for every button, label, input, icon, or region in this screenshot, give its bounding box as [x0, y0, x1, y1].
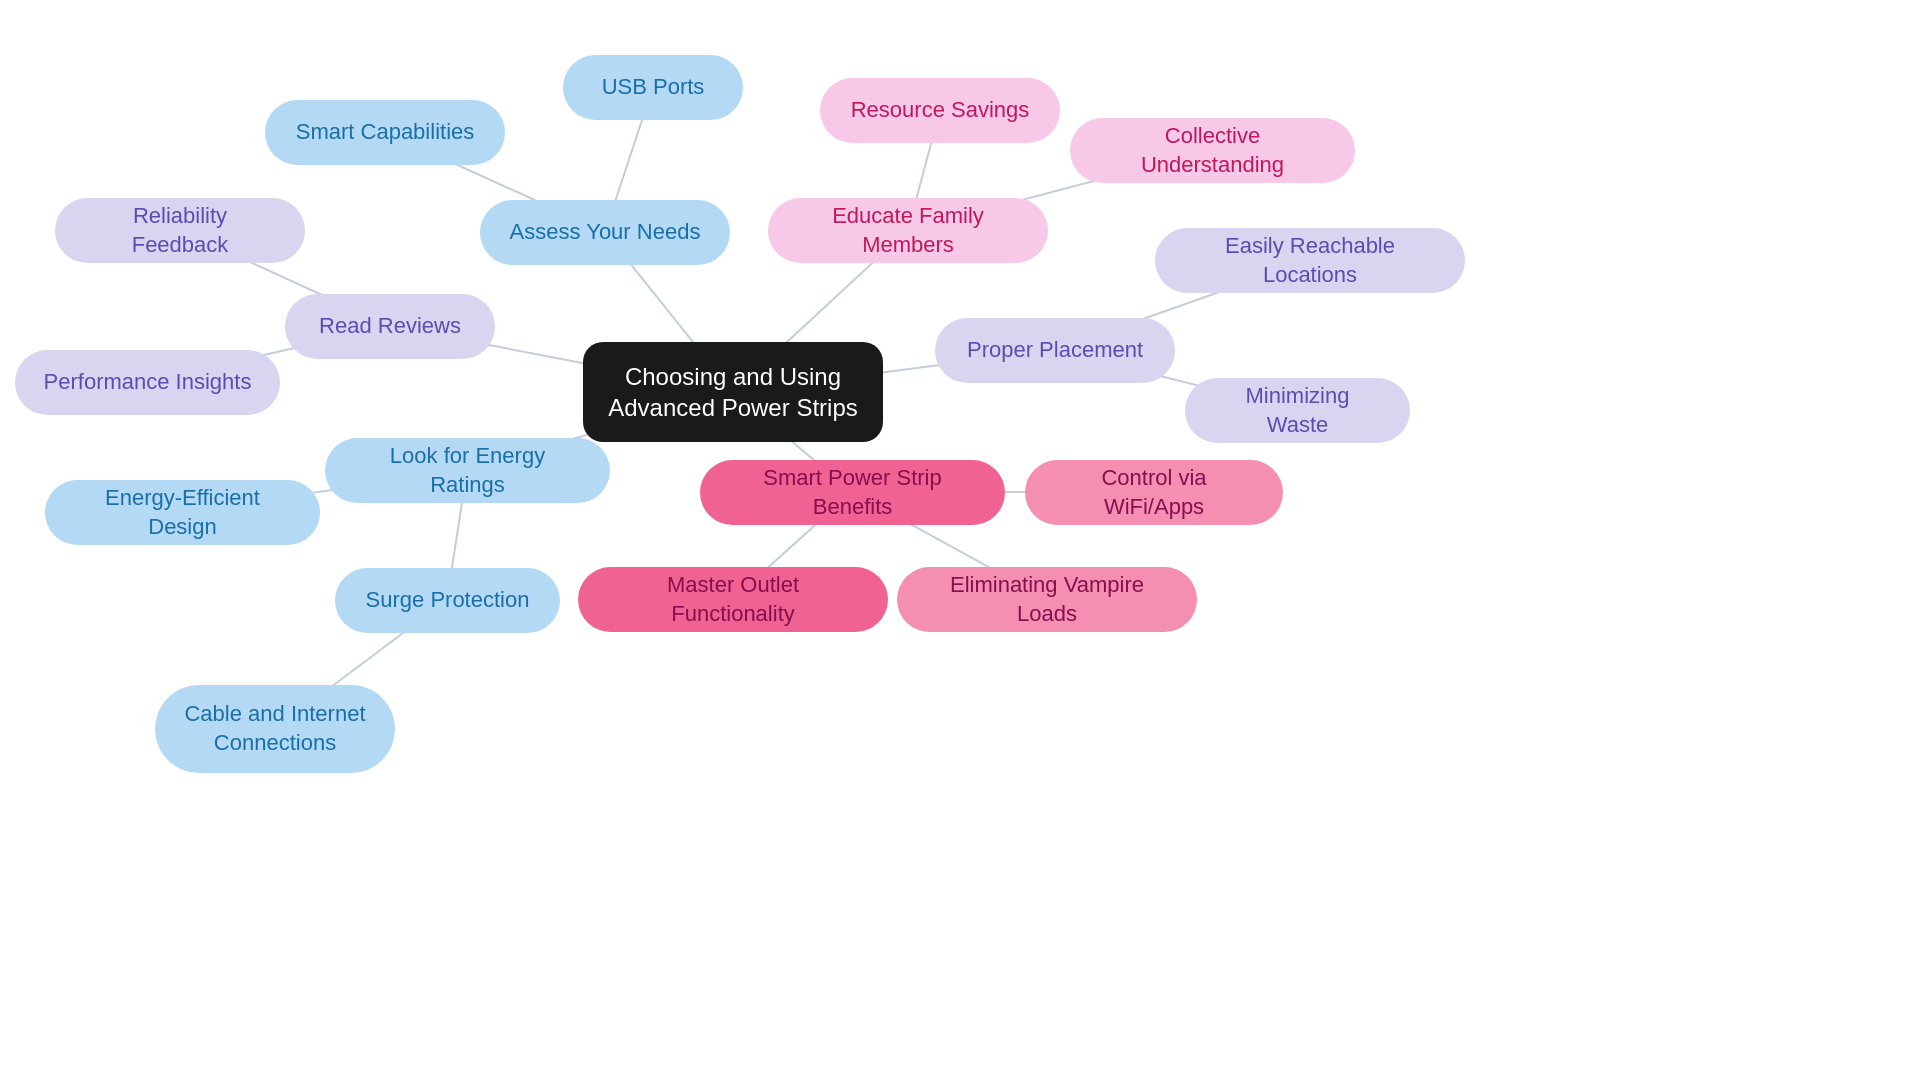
easily-reachable-node[interactable]: Easily Reachable Locations [1155, 228, 1465, 293]
performance-insights-node[interactable]: Performance Insights [15, 350, 280, 415]
eliminating-vampire-node[interactable]: Eliminating Vampire Loads [897, 567, 1197, 632]
collective-understanding-node[interactable]: Collective Understanding [1070, 118, 1355, 183]
read-reviews-node[interactable]: Read Reviews [285, 294, 495, 359]
center-node[interactable]: Choosing and Using Advanced Power Strips [583, 342, 883, 442]
surge-protection-node[interactable]: Surge Protection [335, 568, 560, 633]
assess-your-needs-node[interactable]: Assess Your Needs [480, 200, 730, 265]
smart-power-strip-node[interactable]: Smart Power Strip Benefits [700, 460, 1005, 525]
smart-capabilities-node[interactable]: Smart Capabilities [265, 100, 505, 165]
educate-family-node[interactable]: Educate Family Members [768, 198, 1048, 263]
master-outlet-node[interactable]: Master Outlet Functionality [578, 567, 888, 632]
usb-ports-node[interactable]: USB Ports [563, 55, 743, 120]
minimizing-waste-node[interactable]: Minimizing Waste [1185, 378, 1410, 443]
cable-internet-node[interactable]: Cable and Internet Connections [155, 685, 395, 773]
control-wifi-node[interactable]: Control via WiFi/Apps [1025, 460, 1283, 525]
look-for-energy-ratings-node[interactable]: Look for Energy Ratings [325, 438, 610, 503]
energy-efficient-design-node[interactable]: Energy-Efficient Design [45, 480, 320, 545]
resource-savings-node[interactable]: Resource Savings [820, 78, 1060, 143]
proper-placement-node[interactable]: Proper Placement [935, 318, 1175, 383]
reliability-feedback-node[interactable]: Reliability Feedback [55, 198, 305, 263]
